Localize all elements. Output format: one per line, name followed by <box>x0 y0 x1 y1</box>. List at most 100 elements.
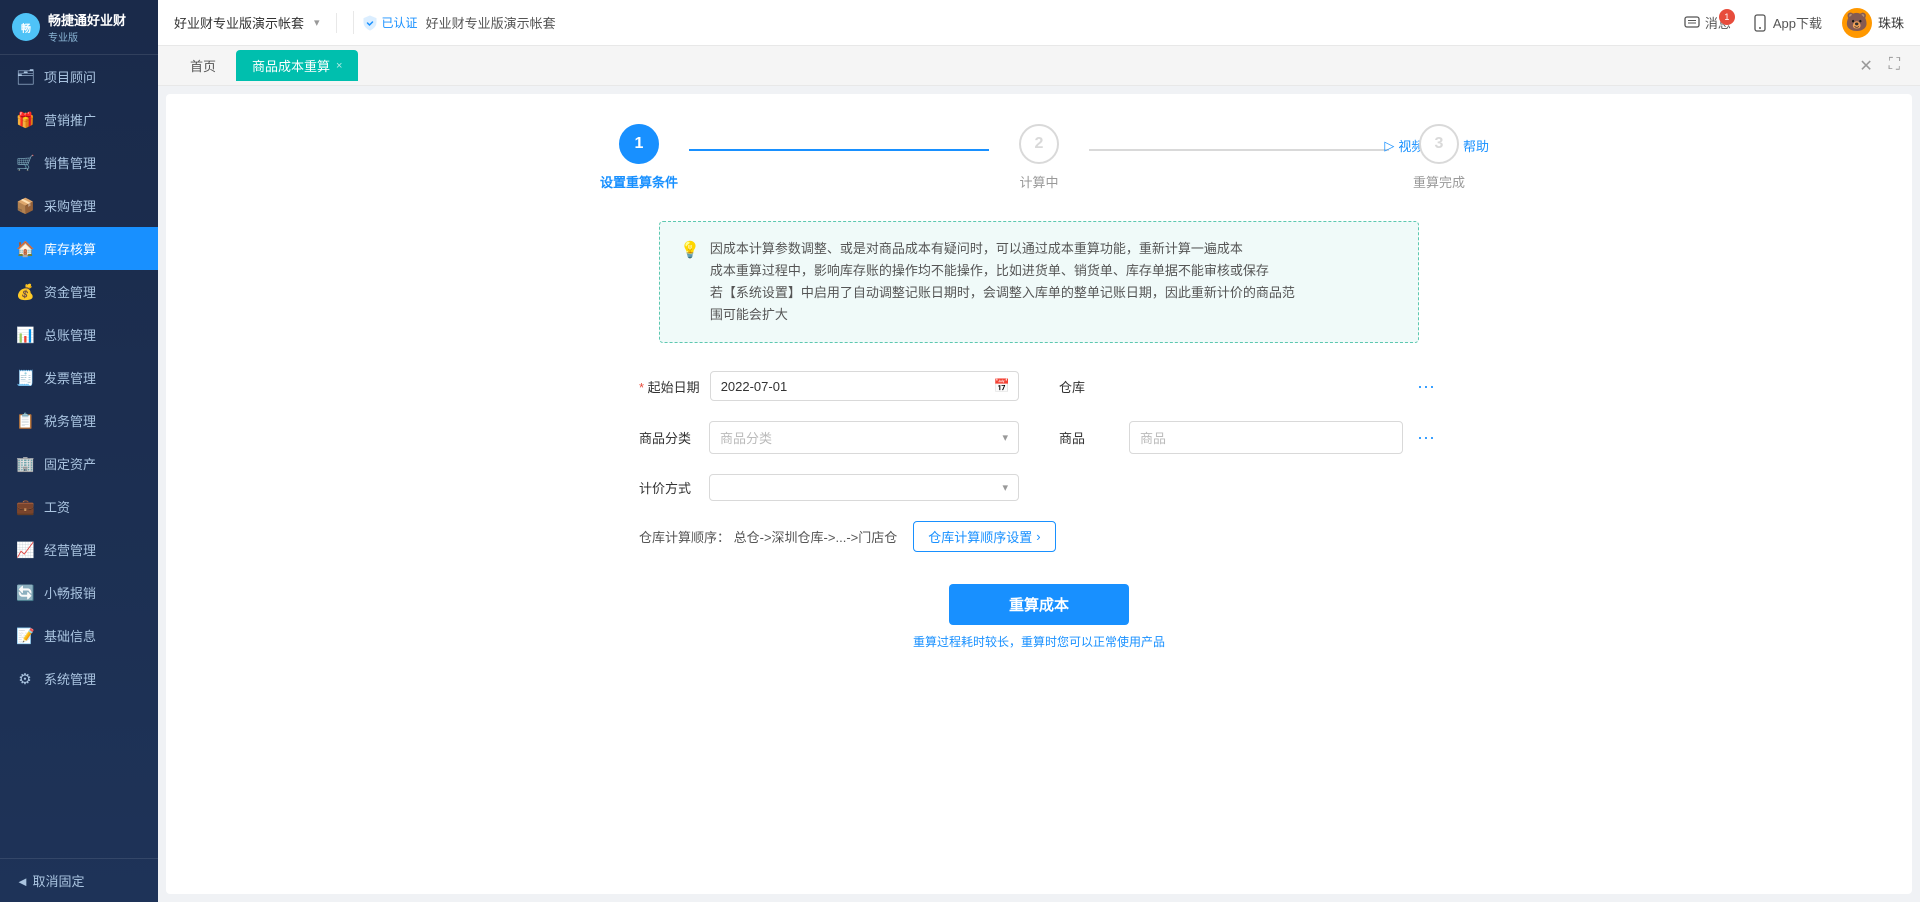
project-icon: 🗂 <box>16 68 34 86</box>
sidebar-nav: 🗂 项目顾问 🎁 营销推广 🛒 销售管理 📦 采购管理 🏠 库存核算 💰 资金管… <box>0 55 158 858</box>
sidebar-logo: 畅 <box>12 13 40 41</box>
recalc-tip: 重算过程耗时较长，重算时您可以正常使用产品 <box>639 633 1439 650</box>
sidebar-item-system[interactable]: ⚙ 系统管理 <box>0 657 158 700</box>
message-icon <box>1683 14 1701 32</box>
notification-badge: 1 <box>1719 9 1735 25</box>
inventory-icon: 🏠 <box>16 240 34 258</box>
verified-shield-icon <box>362 15 378 31</box>
warehouse-order-label: 仓库计算顺序： 总仓->深圳仓库->...->门店仓 <box>639 527 897 546</box>
pricing-chevron-icon: ▾ <box>1002 481 1008 494</box>
tax-icon: 📋 <box>16 412 34 430</box>
product-label: 商品 <box>1059 428 1119 447</box>
play-icon: ▷ <box>1384 138 1394 154</box>
stepper: 1 设置重算条件 2 计算中 3 <box>589 124 1489 191</box>
category-select[interactable]: 商品分类 ▾ <box>709 421 1019 454</box>
marketing-icon: 🎁 <box>16 111 34 129</box>
tabs-bar: 首页 商品成本重算 × ✕ ⛶ <box>158 46 1920 86</box>
sidebar-item-invoice[interactable]: 🧾 发票管理 <box>0 356 158 399</box>
tab-close-btn[interactable]: × <box>336 60 342 72</box>
assets-icon: 🏢 <box>16 455 34 473</box>
product-select-btn[interactable]: ··· <box>1413 427 1439 448</box>
category-label: 商品分类 <box>639 428 699 447</box>
tabs-actions: ✕ ⛶ <box>1855 52 1904 80</box>
form-row-3: 计价方式 ▾ <box>639 474 1439 501</box>
tab-home[interactable]: 首页 <box>174 50 232 81</box>
sidebar-item-finance[interactable]: 💰 资金管理 <box>0 270 158 313</box>
sidebar-item-purchase[interactable]: 📦 采购管理 <box>0 184 158 227</box>
sidebar-item-salary[interactable]: 💼 工资 <box>0 485 158 528</box>
user-profile[interactable]: 🐻 珠珠 <box>1842 8 1904 38</box>
main-area: 好业财专业版演示帐套 ▾ 已认证 好业财专业版演示帐套 消息 1 App下载 <box>158 0 1920 902</box>
accounting-icon: 📊 <box>16 326 34 344</box>
sidebar-item-project[interactable]: 🗂 项目顾问 <box>0 55 158 98</box>
topbar-divider <box>336 13 337 33</box>
sidebar-item-tax[interactable]: 📋 税务管理 <box>0 399 158 442</box>
expand-panel-btn[interactable]: ⛶ <box>1885 52 1904 80</box>
sidebar-item-sales[interactable]: 🛒 销售管理 <box>0 141 158 184</box>
step-1-circle: 1 <box>619 124 659 164</box>
step-3: 3 重算完成 <box>1389 124 1489 191</box>
start-date-label: 起始日期 <box>639 377 700 396</box>
pricing-method-label: 计价方式 <box>639 478 699 497</box>
step-2-circle: 2 <box>1019 124 1059 164</box>
messages-btn[interactable]: 消息 1 <box>1683 13 1731 32</box>
purchase-icon: 📦 <box>16 197 34 215</box>
warehouse-select-btn[interactable]: ··· <box>1413 376 1439 397</box>
start-date-input-wrapper: 📅 <box>710 371 1019 401</box>
step-3-label: 重算完成 <box>1413 172 1465 191</box>
topbar: 好业财专业版演示帐套 ▾ 已认证 好业财专业版演示帐套 消息 1 App下载 <box>158 0 1920 46</box>
step-1-label: 设置重算条件 <box>600 172 678 191</box>
form-row-2: 商品分类 商品分类 ▾ 商品 商品 ··· <box>639 421 1439 454</box>
step-3-circle: 3 <box>1419 124 1459 164</box>
sidebar-pin-toggle[interactable]: ◄ 取消固定 <box>0 858 158 902</box>
calendar-icon[interactable]: 📅 <box>986 372 1018 400</box>
sidebar-item-marketing[interactable]: 🎁 营销推广 <box>0 98 158 141</box>
product-input-placeholder: 商品 <box>1129 421 1403 454</box>
product-group: 商品 商品 ··· <box>1059 421 1439 454</box>
recalc-button[interactable]: 重算成本 <box>949 584 1129 625</box>
sidebar-item-accounting[interactable]: 📊 总账管理 <box>0 313 158 356</box>
tab-cost-recalc[interactable]: 商品成本重算 × <box>236 50 358 81</box>
pricing-method-select[interactable]: ▾ <box>709 474 1019 501</box>
sidebar-header: 畅 畅捷通好业财 专业版 <box>0 0 158 55</box>
mobile-icon <box>1751 14 1769 32</box>
recalc-section: 重算成本 重算过程耗时较长，重算时您可以正常使用产品 <box>639 584 1439 650</box>
start-date-input[interactable] <box>711 373 986 400</box>
account-selector[interactable]: 好业财专业版演示帐套 ▾ <box>174 13 320 32</box>
info-text: 因成本计算参数调整、或是对商品成本有疑问时，可以通过成本重算功能，重新计算一遍成… <box>710 238 1295 326</box>
salary-icon: 💼 <box>16 498 34 516</box>
account-chevron-icon: ▾ <box>314 16 320 29</box>
sidebar-title: 畅捷通好业财 <box>48 10 126 29</box>
sidebar-item-assets[interactable]: 🏢 固定资产 <box>0 442 158 485</box>
form-section: 起始日期 📅 仓库 ··· 商品分类 商品分类 <box>639 371 1439 650</box>
basic-icon: 📝 <box>16 627 34 645</box>
sales-icon: 🛒 <box>16 154 34 172</box>
warehouse-group: 仓库 ··· <box>1059 376 1439 397</box>
sidebar: 畅 畅捷通好业财 专业版 🗂 项目顾问 🎁 营销推广 🛒 销售管理 📦 采购管理… <box>0 0 158 902</box>
expense-icon: 🔄 <box>16 584 34 602</box>
sidebar-item-basic[interactable]: 📝 基础信息 <box>0 614 158 657</box>
step-1: 1 设置重算条件 <box>589 124 689 191</box>
step-2: 2 计算中 <box>989 124 1089 191</box>
finance-icon: 💰 <box>16 283 34 301</box>
stepper-line-1 <box>689 149 989 151</box>
topbar-right: 消息 1 App下载 🐻 珠珠 <box>1683 8 1904 38</box>
sidebar-subtitle: 专业版 <box>48 29 126 44</box>
app-download-btn[interactable]: App下载 <box>1751 13 1822 32</box>
start-date-group: 起始日期 📅 <box>639 371 1019 401</box>
warehouse-order-btn[interactable]: 仓库计算顺序设置 › <box>913 521 1055 552</box>
avatar: 🐻 <box>1842 8 1872 38</box>
content-area: 1 设置重算条件 2 计算中 3 <box>166 94 1912 894</box>
warehouse-label: 仓库 <box>1059 377 1119 396</box>
form-row-1: 起始日期 📅 仓库 ··· <box>639 371 1439 401</box>
sidebar-item-inventory[interactable]: 🏠 库存核算 <box>0 227 158 270</box>
pricing-method-group: 计价方式 ▾ <box>639 474 1019 501</box>
close-panel-btn[interactable]: ✕ <box>1855 52 1876 80</box>
sidebar-item-expense[interactable]: 🔄 小畅报销 <box>0 571 158 614</box>
category-group: 商品分类 商品分类 ▾ <box>639 421 1019 454</box>
sidebar-item-operations[interactable]: 📈 经营管理 <box>0 528 158 571</box>
category-chevron-icon: ▾ <box>1002 431 1008 444</box>
warehouse-order-chevron-icon: › <box>1036 529 1040 544</box>
lightbulb-icon: 💡 <box>680 240 700 326</box>
invoice-icon: 🧾 <box>16 369 34 387</box>
